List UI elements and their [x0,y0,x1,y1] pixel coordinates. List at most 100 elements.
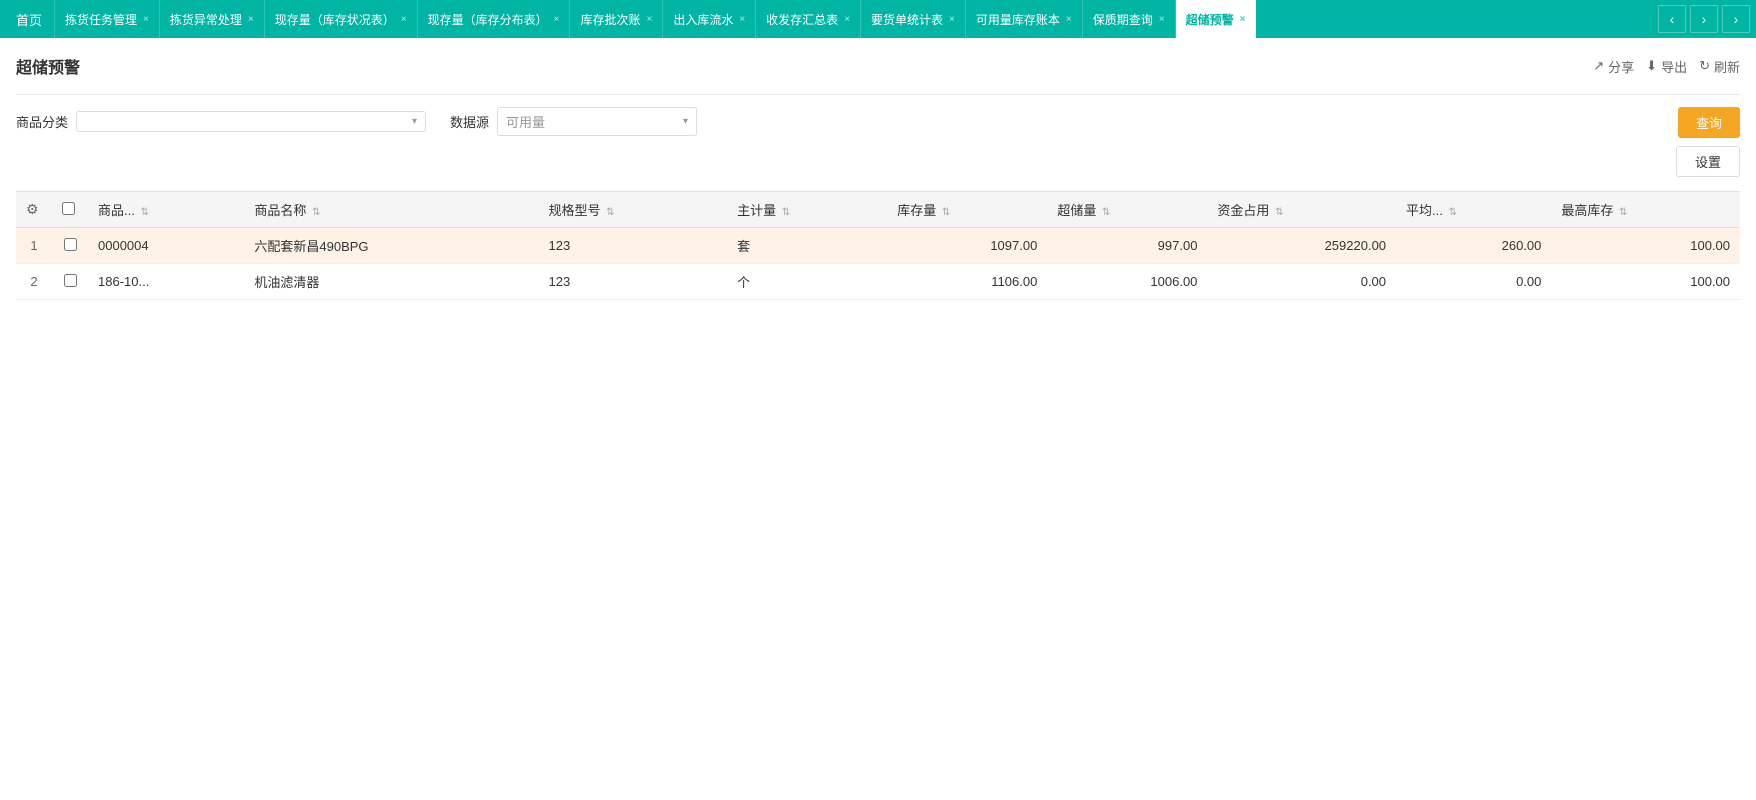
table-settings-icon[interactable]: ⚙ [26,201,39,217]
page-title: 超储预警 [16,54,80,78]
cell-over-stock-0: 997.00 [1047,228,1207,264]
close-tab-4[interactable]: × [646,14,652,25]
nav-tab-jianhuoyichangchuli[interactable]: 拣货异常处理 × [160,0,265,38]
cell-sku-name-0: 六配套新昌490BPG [244,228,538,264]
datasource-value: 可用量 [506,112,545,131]
sort-icon-sku-code: ⇅ [140,207,148,218]
cell-sku-code-1: 186-10... [88,264,244,300]
th-avg[interactable]: 平均... ⇅ [1396,192,1551,228]
cell-spec-0: 123 [538,228,727,264]
cell-capital-0: 259220.00 [1207,228,1396,264]
cell-num-1: 2 [16,264,52,300]
th-sku-name[interactable]: 商品名称 ⇅ [244,192,538,228]
select-all-checkbox[interactable] [62,202,75,215]
sort-icon-avg: ⇅ [1449,207,1457,218]
sort-icon-over-stock: ⇅ [1102,207,1110,218]
close-tab-10[interactable]: × [1240,14,1246,25]
refresh-icon: ↻ [1699,58,1710,74]
cell-sku-name-1: 机油滤清器 [244,264,538,300]
nav-more-arrow[interactable]: › [1722,5,1750,33]
cell-avg-0: 260.00 [1396,228,1551,264]
cell-max-stock-0: 100.00 [1551,228,1740,264]
nav-tab-baozhiqichaxun[interactable]: 保质期查询 × [1083,0,1176,38]
sort-icon-sku-name: ⇅ [312,207,320,218]
nav-tab-jianhuorenwuguanli[interactable]: 拣货任务管理 × [55,0,160,38]
category-label: 商品分类 [16,112,68,131]
nav-tab-chaocuyujing[interactable]: 超储预警 × [1176,0,1257,38]
cell-num-0: 1 [16,228,52,264]
share-button[interactable]: ↗ 分享 [1593,57,1634,76]
export-button[interactable]: ⬇ 导出 [1646,57,1687,76]
th-checkbox[interactable] [52,192,88,228]
nav-arrows-container: ‹ › › [1656,5,1752,33]
nav-tab-churukuliushui[interactable]: 出入库流水 × [663,0,756,38]
datasource-select[interactable]: 可用量 ▾ [497,107,697,136]
sort-icon-capital: ⇅ [1275,207,1283,218]
nav-tab-keyongliang[interactable]: 可用量库存账本 × [966,0,1083,38]
th-over-stock[interactable]: 超储量 ⇅ [1047,192,1207,228]
datasource-label: 数据源 [450,112,489,131]
cell-checkbox-1[interactable] [52,264,88,300]
nav-home[interactable]: 首页 [4,0,55,38]
cell-unit-1: 个 [727,264,887,300]
export-icon: ⬇ [1646,58,1657,74]
close-tab-8[interactable]: × [1066,14,1072,25]
share-icon: ↗ [1593,58,1604,74]
cell-avg-1: 0.00 [1396,264,1551,300]
th-max-stock[interactable]: 最高库存 ⇅ [1551,192,1740,228]
top-navigation: 首页 拣货任务管理 × 拣货异常处理 × 现存量（库存状况表） × 现存量（库存… [0,0,1756,38]
nav-next-arrow[interactable]: › [1690,5,1718,33]
cell-spec-1: 123 [538,264,727,300]
cell-checkbox-0[interactable] [52,228,88,264]
close-tab-0[interactable]: × [143,14,149,25]
th-settings[interactable]: ⚙ [16,192,52,228]
close-tab-2[interactable]: × [401,14,407,25]
th-sku-code[interactable]: 商品... ⇅ [88,192,244,228]
nav-prev-arrow[interactable]: ‹ [1658,5,1686,33]
th-unit[interactable]: 主计量 ⇅ [727,192,887,228]
category-select[interactable]: ▾ [76,111,426,132]
th-stock[interactable]: 库存量 ⇅ [887,192,1047,228]
category-chevron-icon: ▾ [412,116,417,127]
nav-tab-kuchangpizhangzhang[interactable]: 库存批次账 × [570,0,663,38]
sort-icon-max-stock: ⇅ [1619,207,1627,218]
table-row: 1 0000004 六配套新昌490BPG 123 套 1097.00 997.… [16,228,1740,264]
sort-icon-stock: ⇅ [942,207,950,218]
settings-button[interactable]: 设置 [1676,146,1740,177]
cell-stock-0: 1097.00 [887,228,1047,264]
close-tab-7[interactable]: × [949,14,955,25]
sort-icon-spec: ⇅ [606,207,614,218]
page-container: 超储预警 ↗ 分享 ⬇ 导出 ↻ 刷新 商品分类 ▾ [0,38,1756,800]
nav-tab-yaohuodantongji[interactable]: 要货单统计表 × [861,0,966,38]
nav-tab-shoufacunhuizong[interactable]: 收发存汇总表 × [756,0,861,38]
close-tab-3[interactable]: × [554,14,560,25]
sort-icon-unit: ⇅ [782,207,790,218]
th-spec[interactable]: 规格型号 ⇅ [538,192,727,228]
row-checkbox-0[interactable] [64,238,77,251]
cell-capital-1: 0.00 [1207,264,1396,300]
close-tab-1[interactable]: × [248,14,254,25]
header-divider [16,94,1740,95]
query-button[interactable]: 查询 [1678,107,1740,138]
table-row: 2 186-10... 机油滤清器 123 个 1106.00 1006.00 … [16,264,1740,300]
category-filter: 商品分类 ▾ [16,111,426,132]
cell-max-stock-1: 100.00 [1551,264,1740,300]
datasource-chevron-icon: ▾ [683,116,688,127]
cell-unit-0: 套 [727,228,887,264]
row-checkbox-1[interactable] [64,274,77,287]
close-tab-5[interactable]: × [739,14,745,25]
close-tab-6[interactable]: × [844,14,850,25]
nav-tab-xiancunliangkuanzhuang[interactable]: 现存量（库存状况表） × [265,0,418,38]
refresh-button[interactable]: ↻ 刷新 [1699,57,1740,76]
data-table: ⚙ 商品... ⇅ 商品名称 ⇅ 规格型号 ⇅ 主计量 [16,191,1740,300]
table-header-row: ⚙ 商品... ⇅ 商品名称 ⇅ 规格型号 ⇅ 主计量 [16,192,1740,228]
cell-stock-1: 1106.00 [887,264,1047,300]
th-capital[interactable]: 资金占用 ⇅ [1207,192,1396,228]
cell-sku-code-0: 0000004 [88,228,244,264]
cell-over-stock-1: 1006.00 [1047,264,1207,300]
nav-tab-xiancunliangfenbu[interactable]: 现存量（库存分布表） × [418,0,571,38]
page-header: 超储预警 ↗ 分享 ⬇ 导出 ↻ 刷新 [16,54,1740,78]
header-actions: ↗ 分享 ⬇ 导出 ↻ 刷新 [1593,57,1740,76]
close-tab-9[interactable]: × [1159,14,1165,25]
datasource-filter: 数据源 可用量 ▾ [450,107,697,136]
